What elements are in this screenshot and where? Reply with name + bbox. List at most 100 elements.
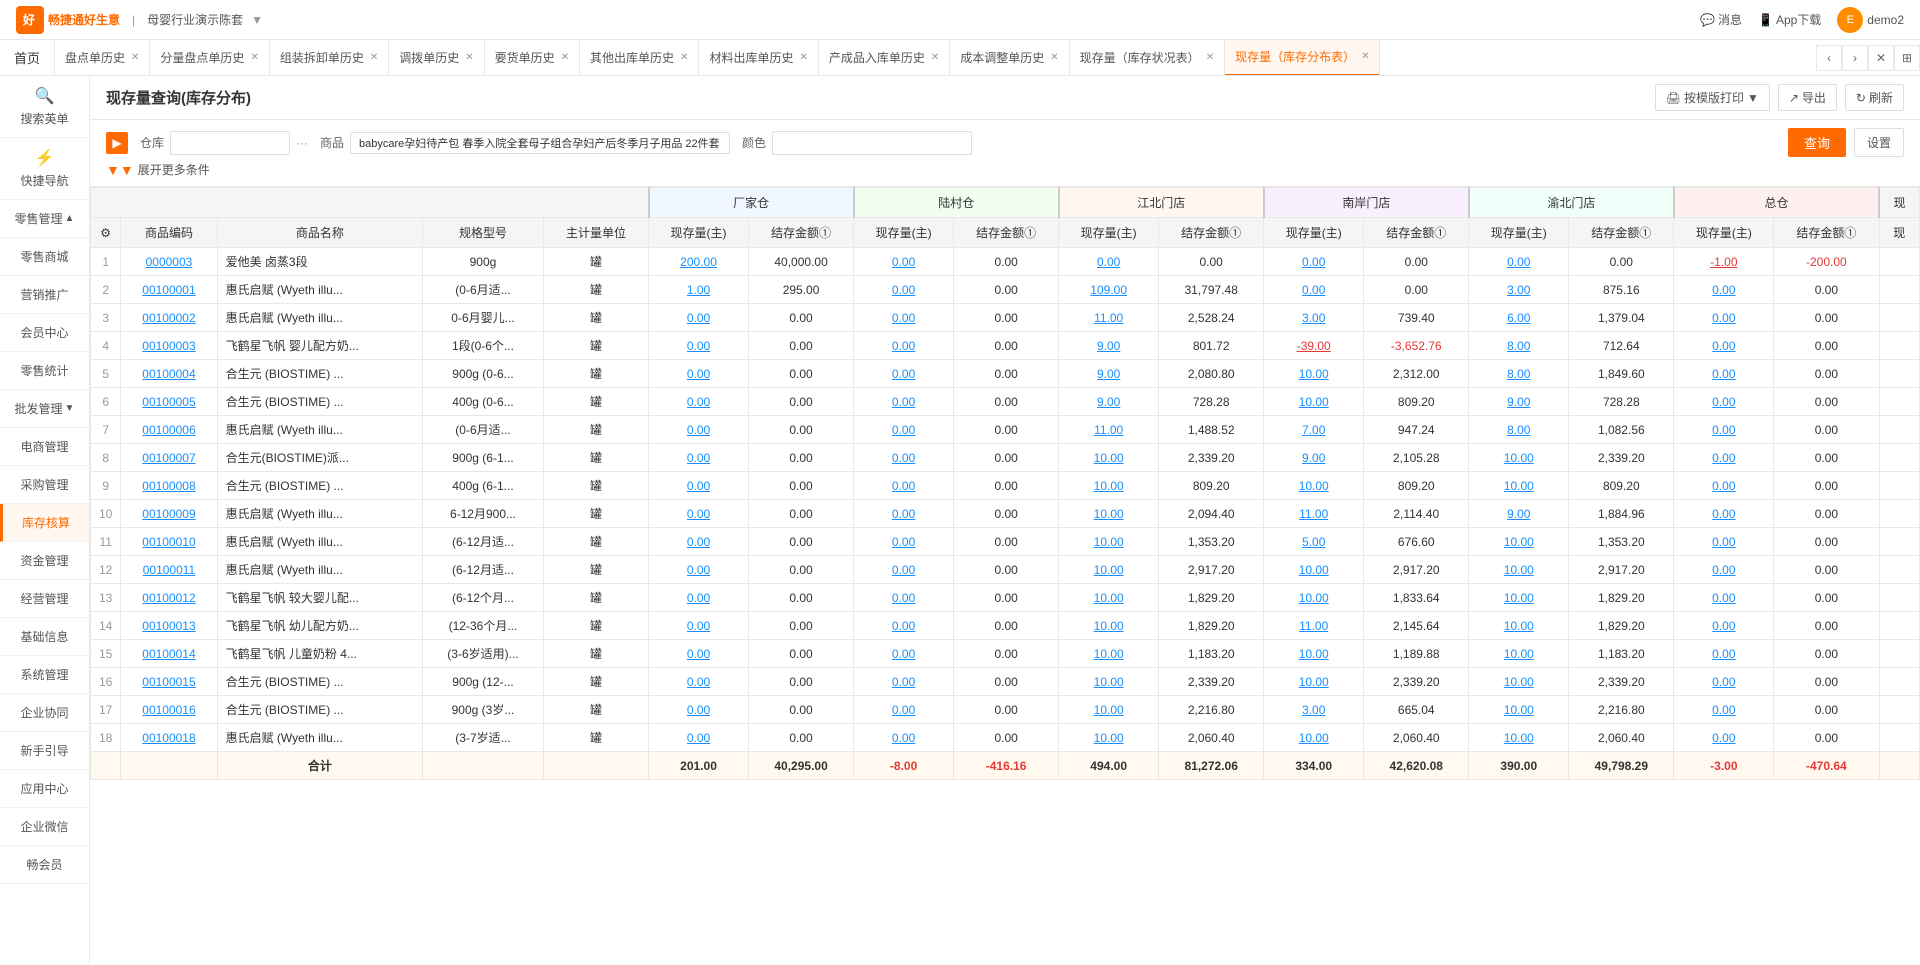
cell-na-qty[interactable]: 7.00 [1264,416,1364,444]
cell-ck2-qty[interactable]: 0.00 [854,500,954,528]
tab-chenben[interactable]: 成本调整单历史 ✕ [950,40,1069,76]
cell-na-qty[interactable]: 10.00 [1264,724,1364,752]
cell-zc-qty[interactable]: 0.00 [1674,584,1774,612]
sidebar-item-retail[interactable]: 零售管理 ▲ [0,200,89,238]
dropdown-arrow[interactable]: ▼ [251,13,263,27]
table-container[interactable]: 厂家仓 陆村仓 江北门店 南岸门店 渝北门店 总仓 现 ⚙ 商品编码 商品名称 … [90,187,1920,965]
tab-qita[interactable]: 其他出库单历史 ✕ [580,40,699,76]
cell-jb-qty[interactable]: 11.00 [1059,304,1159,332]
cell-jb-qty[interactable]: 10.00 [1059,556,1159,584]
close-tab-fenpandian[interactable]: ✕ [250,52,258,63]
setting-btn[interactable]: 设置 [1854,128,1904,157]
cell-yb-qty[interactable]: 9.00 [1469,500,1569,528]
cell-zc-qty[interactable]: 0.00 [1674,696,1774,724]
cell-yb-qty[interactable]: 3.00 [1469,276,1569,304]
sidebar-item-appcenter[interactable]: 应用中心 [0,770,89,808]
sidebar-item-retail-stat[interactable]: 零售统计 [0,352,89,390]
cell-jb-qty[interactable]: 10.00 [1059,696,1159,724]
cell-na-qty[interactable]: 11.00 [1264,500,1364,528]
product-input[interactable] [350,132,730,154]
cell-jb-qty[interactable]: 10.00 [1059,668,1159,696]
tab-pandian[interactable]: 盘点单历史 ✕ [55,40,150,76]
cell-yb-qty[interactable]: 8.00 [1469,332,1569,360]
sidebar-item-inventory[interactable]: 库存核算 [0,504,89,542]
cell-ck2-qty[interactable]: 0.00 [854,304,954,332]
cell-ck2-qty[interactable]: 0.00 [854,528,954,556]
close-tab-diaob[interactable]: ✕ [465,52,473,63]
cell-ck1-qty[interactable]: 0.00 [649,640,749,668]
cell-jb-qty[interactable]: 10.00 [1059,472,1159,500]
cell-jb-qty[interactable]: 10.00 [1059,500,1159,528]
cell-yb-qty[interactable]: 8.00 [1469,416,1569,444]
cell-ck2-qty[interactable]: 0.00 [854,388,954,416]
cell-jb-qty[interactable]: 11.00 [1059,416,1159,444]
cell-ck2-qty[interactable]: 0.00 [854,416,954,444]
sidebar-item-guide[interactable]: 新手引导 [0,732,89,770]
cell-ck2-qty[interactable]: 0.00 [854,696,954,724]
cell-na-qty[interactable]: 0.00 [1264,276,1364,304]
tab-zuzhuang[interactable]: 组装拆卸单历史 ✕ [270,40,389,76]
cell-ck2-qty[interactable]: 0.00 [854,332,954,360]
cell-na-qty[interactable]: 10.00 [1264,472,1364,500]
sidebar-item-finance[interactable]: 资金管理 [0,542,89,580]
cell-jb-qty[interactable]: 10.00 [1059,640,1159,668]
cell-na-qty[interactable]: 10.00 [1264,640,1364,668]
tab-yaohuo[interactable]: 要货单历史 ✕ [485,40,580,76]
cell-ck2-qty[interactable]: 0.00 [854,724,954,752]
sidebar-item-vip[interactable]: 畅会员 [0,846,89,884]
cell-ck2-qty[interactable]: 0.00 [854,612,954,640]
cell-jb-qty[interactable]: 10.00 [1059,444,1159,472]
cell-ck1-qty[interactable]: 0.00 [649,500,749,528]
cell-zc-qty[interactable]: 0.00 [1674,276,1774,304]
cell-zc-qty[interactable]: 0.00 [1674,724,1774,752]
cell-yb-qty[interactable]: 10.00 [1469,724,1569,752]
cell-ck1-qty[interactable]: 0.00 [649,388,749,416]
cell-ck2-qty[interactable]: 0.00 [854,640,954,668]
close-tab-chenben[interactable]: ✕ [1050,52,1058,63]
cell-na-qty[interactable]: 10.00 [1264,668,1364,696]
cell-jb-qty[interactable]: 10.00 [1059,528,1159,556]
cell-ck1-qty[interactable]: 0.00 [649,360,749,388]
print-btn[interactable]: 🖨 按模版打印 ▼ [1655,84,1770,111]
close-tab-kucun-status[interactable]: ✕ [1206,52,1214,63]
close-tab-yaohuo[interactable]: ✕ [561,52,569,63]
cell-jb-qty[interactable]: 10.00 [1059,612,1159,640]
cell-ck1-qty[interactable]: 0.00 [649,584,749,612]
close-tab-kucun-dist[interactable]: ✕ [1361,51,1369,62]
cell-zc-qty[interactable]: 0.00 [1674,528,1774,556]
sidebar-item-marketing[interactable]: 营销推广 [0,276,89,314]
message-btn[interactable]: 💬 消息 [1700,11,1742,28]
cell-ck2-qty[interactable]: 0.00 [854,444,954,472]
warehouse-input[interactable] [170,131,290,155]
cell-zc-qty[interactable]: 0.00 [1674,304,1774,332]
user-area[interactable]: E demo2 [1837,7,1904,33]
close-tab-qita[interactable]: ✕ [680,52,688,63]
cell-ck1-qty[interactable]: 1.00 [649,276,749,304]
cell-ck1-qty[interactable]: 0.00 [649,668,749,696]
cell-na-qty[interactable]: 10.00 [1264,388,1364,416]
cell-zc-qty[interactable]: -1.00 [1674,248,1774,276]
cell-jb-qty[interactable]: 10.00 [1059,724,1159,752]
filter-toggle[interactable]: ▶ [106,132,128,154]
cell-na-qty[interactable]: 0.00 [1264,248,1364,276]
tab-fenpandian[interactable]: 分量盘点单历史 ✕ [150,40,269,76]
cell-zc-qty[interactable]: 0.00 [1674,332,1774,360]
sidebar-item-basic[interactable]: 基础信息 [0,618,89,656]
cell-zc-qty[interactable]: 0.00 [1674,444,1774,472]
cell-jb-qty[interactable]: 109.00 [1059,276,1159,304]
cell-yb-qty[interactable]: 10.00 [1469,584,1569,612]
cell-na-qty[interactable]: 10.00 [1264,584,1364,612]
cell-ck1-qty[interactable]: 0.00 [649,556,749,584]
cell-na-qty[interactable]: 5.00 [1264,528,1364,556]
cell-ck1-qty[interactable]: 0.00 [649,416,749,444]
cell-ck1-qty[interactable]: 0.00 [649,472,749,500]
cell-yb-qty[interactable]: 10.00 [1469,444,1569,472]
close-tab-chengpin[interactable]: ✕ [931,52,939,63]
close-tab-zuzhuang[interactable]: ✕ [370,52,378,63]
cell-zc-qty[interactable]: 0.00 [1674,668,1774,696]
cell-yb-qty[interactable]: 8.00 [1469,360,1569,388]
cell-ck2-qty[interactable]: 0.00 [854,472,954,500]
cell-ck2-qty[interactable]: 0.00 [854,276,954,304]
cell-ck1-qty[interactable]: 0.00 [649,612,749,640]
cell-ck1-qty[interactable]: 0.00 [649,304,749,332]
